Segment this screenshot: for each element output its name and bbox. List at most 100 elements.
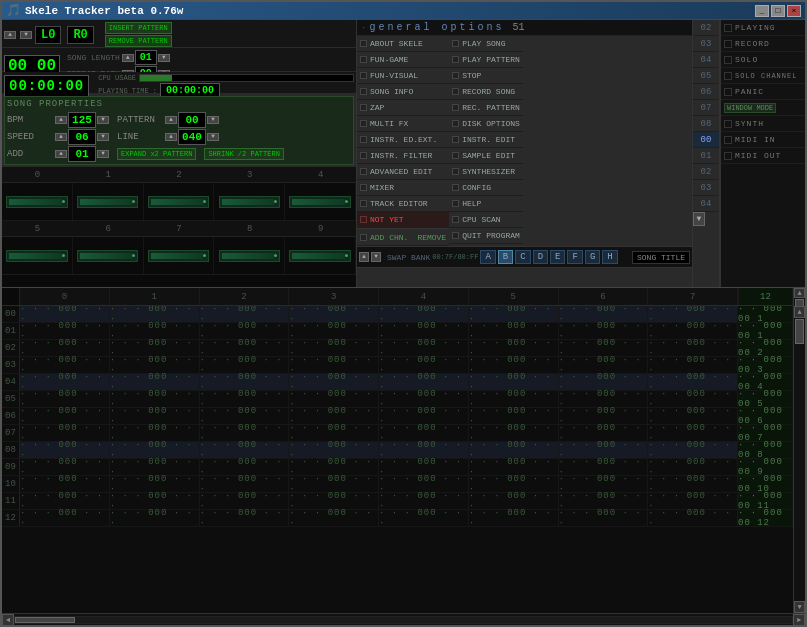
hscroll-left[interactable]: ◄ <box>2 614 14 626</box>
cell-10-6[interactable]: · · · 000 · · · <box>559 476 649 492</box>
speed-down[interactable]: ▼ <box>97 133 109 141</box>
cell-06-3[interactable]: · · · 000 · · · <box>289 408 379 424</box>
cell-01-last[interactable]: · · 000 00 1 <box>738 323 793 339</box>
cell-06-6[interactable]: · · · 000 · · · <box>559 408 649 424</box>
expand-btn[interactable]: EXPAND x2 PATTERN <box>117 148 196 160</box>
cell-02-4[interactable]: · · · 000 · · · <box>379 340 469 356</box>
cell-04-5[interactable]: · · · 000 · · · <box>469 374 559 390</box>
add-down[interactable]: ▼ <box>97 150 109 158</box>
cell-02-2[interactable]: · · · 000 · · · <box>200 340 290 356</box>
opt-stop[interactable]: STOP <box>449 68 523 84</box>
bank-scroll-down[interactable]: ▼ <box>371 252 381 262</box>
vscroll-right-up[interactable]: ▲ <box>794 306 805 318</box>
cell-06-2[interactable]: · · · 000 · · · <box>200 408 290 424</box>
opt-disk-options[interactable]: DISK OPTIONS <box>449 116 523 132</box>
cell-04-4[interactable]: · · · 000 · · · <box>379 374 469 390</box>
cell-12-2[interactable]: · · · 000 · · · <box>200 510 290 526</box>
cell-08-1[interactable]: · · · 000 · · · <box>110 442 200 458</box>
cell-06-0[interactable]: · · · 000 · · · <box>20 408 110 424</box>
cell-06-last[interactable]: · · 000 00 6 <box>738 408 793 424</box>
seq-cell-1-2[interactable] <box>144 237 215 274</box>
cell-11-last[interactable]: · · 000 00 11 <box>738 493 793 509</box>
cell-02-3[interactable]: · · · 000 · · · <box>289 340 379 356</box>
cell-11-1[interactable]: · · · 000 · · · <box>110 493 200 509</box>
cell-12-4[interactable]: · · · 000 · · · <box>379 510 469 526</box>
cell-00-4[interactable]: · · · 000 · · · <box>379 306 469 322</box>
cell-10-1[interactable]: · · · 000 · · · <box>110 476 200 492</box>
seq-cell-0-2[interactable] <box>144 183 215 220</box>
status-window-mode[interactable]: WINDOW MODE <box>721 100 805 116</box>
cell-03-3[interactable]: · · · 000 · · · <box>289 357 379 373</box>
cell-02-5[interactable]: · · · 000 · · · <box>469 340 559 356</box>
insert-pattern-btn[interactable]: INSERT PATTERN <box>105 22 172 34</box>
cell-05-3[interactable]: · · · 000 · · · <box>289 391 379 407</box>
opt-play-song[interactable]: PLAY SONG <box>449 36 523 52</box>
window-mode-btn[interactable]: WINDOW MODE <box>724 103 776 113</box>
cell-10-7[interactable]: · · · 000 · · · <box>648 476 738 492</box>
cell-00-3[interactable]: · · · 000 · · · <box>289 306 379 322</box>
cell-09-4[interactable]: · · · 000 · · · <box>379 459 469 475</box>
cell-08-2[interactable]: · · · 000 · · · <box>200 442 290 458</box>
vscroll-right-down[interactable]: ▼ <box>794 601 805 613</box>
pattern-up[interactable]: ▲ <box>165 116 177 124</box>
opt-config[interactable]: CONFIG <box>449 180 523 196</box>
cell-08-5[interactable]: · · · 000 · · · <box>469 442 559 458</box>
cell-01-1[interactable]: · · · 000 · · · <box>110 323 200 339</box>
cell-11-4[interactable]: · · · 000 · · · <box>379 493 469 509</box>
cell-04-0[interactable]: · · · 000 · · · <box>20 374 110 390</box>
cell-12-last[interactable]: · · 000 00 12 <box>738 510 793 526</box>
cell-08-3[interactable]: · · · 000 · · · <box>289 442 379 458</box>
cell-09-5[interactable]: · · · 000 · · · <box>469 459 559 475</box>
seq-cell-1-1[interactable] <box>73 237 144 274</box>
cell-07-last[interactable]: · · 000 00 7 <box>738 425 793 441</box>
cell-01-7[interactable]: · · · 000 · · · <box>648 323 738 339</box>
shrink-btn[interactable]: SHRINK /2 PATTERN <box>204 148 283 160</box>
close-button[interactable]: × <box>787 5 801 17</box>
song-length-up[interactable]: ▲ <box>122 54 134 62</box>
cell-03-7[interactable]: · · · 000 · · · <box>648 357 738 373</box>
cell-01-4[interactable]: · · · 000 · · · <box>379 323 469 339</box>
opt-instr-edit[interactable]: INSTR. EDIT <box>449 132 523 148</box>
opt-not-yet[interactable]: NOT YET <box>357 212 449 228</box>
cell-09-1[interactable]: · · · 000 · · · <box>110 459 200 475</box>
bank-btn-g[interactable]: G <box>585 250 600 264</box>
cell-07-7[interactable]: · · · 000 · · · <box>648 425 738 441</box>
seq-cell-1-3[interactable] <box>214 237 285 274</box>
cell-00-last[interactable]: · · 000 00 1 <box>738 306 793 322</box>
cell-03-0[interactable]: · · · 000 · · · <box>20 357 110 373</box>
cell-03-1[interactable]: · · · 000 · · · <box>110 357 200 373</box>
cell-07-6[interactable]: · · · 000 · · · <box>559 425 649 441</box>
rnum-scroll-down[interactable]: ▼ <box>693 212 705 226</box>
cell-12-1[interactable]: · · · 000 · · · <box>110 510 200 526</box>
cell-01-3[interactable]: · · · 000 · · · <box>289 323 379 339</box>
line-down[interactable]: ▼ <box>207 133 219 141</box>
cell-03-5[interactable]: · · · 000 · · · <box>469 357 559 373</box>
opt-add-chn[interactable]: ADD CHN. REMOVE <box>357 228 449 246</box>
cell-09-3[interactable]: · · · 000 · · · <box>289 459 379 475</box>
opt-rec-pattern[interactable]: REC. PATTERN <box>449 100 523 116</box>
cell-04-3[interactable]: · · · 000 · · · <box>289 374 379 390</box>
cell-07-2[interactable]: · · · 000 · · · <box>200 425 290 441</box>
cell-10-4[interactable]: · · · 000 · · · <box>379 476 469 492</box>
opt-record-song[interactable]: RECORD SONG <box>449 84 523 100</box>
cell-05-7[interactable]: · · · 000 · · · <box>648 391 738 407</box>
cell-04-2[interactable]: · · · 000 · · · <box>200 374 290 390</box>
opt-multi-fx[interactable]: MULTI FX <box>357 116 449 132</box>
cell-00-5[interactable]: · · · 000 · · · <box>469 306 559 322</box>
bank-btn-b[interactable]: B <box>498 250 513 264</box>
minimize-button[interactable]: _ <box>755 5 769 17</box>
cell-04-6[interactable]: · · · 000 · · · <box>559 374 649 390</box>
bank-btn-d[interactable]: D <box>533 250 548 264</box>
cell-11-2[interactable]: · · · 000 · · · <box>200 493 290 509</box>
seq-cell-0-3[interactable] <box>214 183 285 220</box>
opt-help[interactable]: HELP <box>449 196 523 212</box>
cell-05-6[interactable]: · · · 000 · · · <box>559 391 649 407</box>
cell-11-3[interactable]: · · · 000 · · · <box>289 493 379 509</box>
opt-instr-filter[interactable]: INSTR. FILTER <box>357 148 449 164</box>
seq-cell-1-0[interactable] <box>2 237 73 274</box>
scroll-down-btn[interactable]: ▼ <box>20 31 32 39</box>
cell-05-1[interactable]: · · · 000 · · · <box>110 391 200 407</box>
cell-00-6[interactable]: · · · 000 · · · <box>559 306 649 322</box>
cell-05-4[interactable]: · · · 000 · · · <box>379 391 469 407</box>
cell-09-last[interactable]: · · 000 00 9 <box>738 459 793 475</box>
